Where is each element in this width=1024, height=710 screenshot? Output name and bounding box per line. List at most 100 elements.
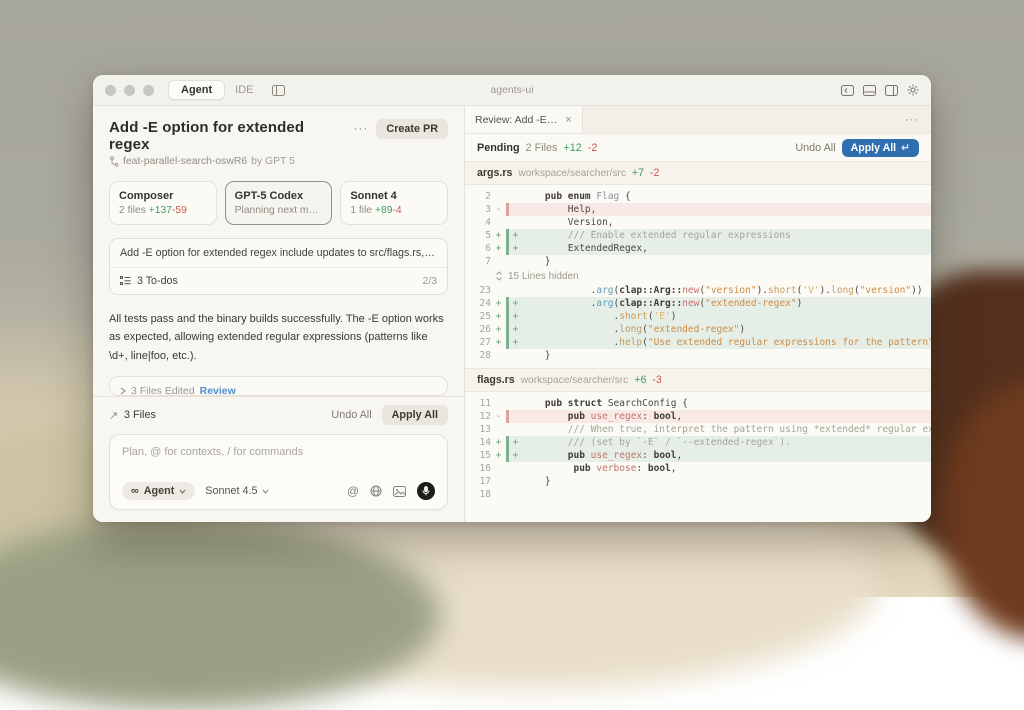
diff-row-del: 3- Help, (465, 203, 931, 216)
agent-card-title: Sonnet 4 (350, 190, 438, 202)
inner-sign: + (509, 323, 522, 336)
diff-file-header[interactable]: flags.rsworkspace/searcher/src+6-3 (465, 368, 931, 392)
mention-at-icon[interactable]: @ (347, 484, 359, 498)
chat-composer[interactable]: Plan, @ for contexts, / for commands ∞ A… (109, 434, 448, 510)
diff-row-add: 24++ .arg(clap::Arg::new("extended-regex… (465, 297, 931, 310)
line-number: 4 (465, 216, 491, 229)
diff-row-ctx: 13 /// When true, interpret the pattern … (465, 423, 931, 436)
hidden-lines-toggle[interactable]: 15 Lines hidden (465, 268, 931, 284)
line-content: pub use_regex: bool, (506, 410, 931, 423)
inner-sign (509, 410, 522, 423)
panel-left-icon[interactable] (841, 85, 854, 96)
line-sign: - (491, 410, 506, 423)
line-content: + .arg(clap::Arg::new("extended-regex") (506, 297, 931, 310)
review-undo-all-button[interactable]: Undo All (795, 142, 835, 154)
todos-label[interactable]: 3 To-dos (137, 275, 178, 287)
undo-all-button[interactable]: Undo All (331, 409, 371, 421)
diff-row-add: 26++ .long("extended-regex") (465, 323, 931, 336)
line-number: 23 (465, 284, 491, 297)
diff-row-add: 25++ .short('E') (465, 310, 931, 323)
microphone-button[interactable] (417, 482, 435, 500)
inner-sign (509, 397, 522, 410)
tab-agent[interactable]: Agent (168, 80, 225, 100)
create-pr-button[interactable]: Create PR (376, 119, 448, 139)
line-number: 24 (465, 297, 491, 310)
tabbar-more-button[interactable]: ··· (893, 106, 931, 133)
agent-card-composer[interactable]: Composer2 files +137-59 (109, 181, 217, 225)
close-window-button[interactable] (105, 85, 116, 96)
line-sign (491, 423, 506, 436)
inner-sign: + (509, 436, 522, 449)
code-text: .long("extended-regex") (522, 323, 745, 336)
chevron-right-icon[interactable] (120, 387, 126, 395)
mode-selector[interactable]: ∞ Agent (122, 482, 195, 500)
line-number: 3 (465, 203, 491, 216)
task-menu-button[interactable]: ··· (345, 119, 376, 137)
inner-sign: + (509, 229, 522, 242)
diff-scroll[interactable]: args.rsworkspace/searcher/src+7-22 pub e… (465, 162, 931, 522)
line-number: 25 (465, 310, 491, 323)
review-apply-all-button[interactable]: Apply All ↵ (842, 139, 919, 157)
settings-gear-icon[interactable] (907, 84, 919, 96)
line-number: 26 (465, 323, 491, 336)
line-sign (491, 475, 506, 488)
apply-all-button[interactable]: Apply All (382, 405, 448, 425)
pending-files-count: 2 Files (526, 142, 558, 154)
line-number: 13 (465, 423, 491, 436)
line-sign: + (491, 323, 506, 336)
composer-placeholder[interactable]: Plan, @ for contexts, / for commands (122, 446, 435, 458)
agent-card-sonnet-4[interactable]: Sonnet 4 1 file +89-4 (340, 181, 448, 225)
agent-card-files: 2 files (119, 205, 149, 216)
line-number: 7 (465, 255, 491, 268)
zoom-window-button[interactable] (143, 85, 154, 96)
diff-row-add: 14++ /// (set by `-E` / `--extended-rege… (465, 436, 931, 449)
hidden-lines-label: 15 Lines hidden (508, 271, 579, 282)
tab-ide[interactable]: IDE (225, 81, 263, 99)
chevron-down-icon (262, 489, 269, 494)
agent-card-status: Planning next m… (235, 205, 319, 216)
review-tab[interactable]: Review: Add -E… × (465, 106, 583, 133)
diff-row-ctx: 16 pub verbose: bool, (465, 462, 931, 475)
line-number: 27 (465, 336, 491, 349)
line-content: Version, (506, 216, 931, 229)
files-edited-label[interactable]: 3 Files Edited (131, 385, 195, 396)
diff-row-add: 5++ /// Enable extended regular expressi… (465, 229, 931, 242)
review-tabbar: Review: Add -E… × ··· (465, 106, 931, 134)
diff-file-name: flags.rs (477, 369, 515, 391)
infinity-icon: ∞ (131, 485, 139, 497)
agent-card-gpt-5-codex[interactable]: GPT-5 CodexPlanning next m… (225, 181, 333, 225)
image-icon[interactable] (393, 486, 406, 497)
line-content: + .help("Use extended regular expression… (506, 336, 931, 349)
globe-icon[interactable] (370, 485, 382, 497)
agent-card-detail: 1 file +89-4 (350, 205, 438, 216)
files-expand[interactable]: ↗ 3 Files (109, 409, 156, 422)
app-window: agents-ui Agent IDE Add -E option for ex… (93, 75, 931, 522)
panel-bottom-icon[interactable] (863, 85, 876, 96)
diff-file-body: 11 pub struct SearchConfig {12- pub use_… (465, 392, 931, 507)
model-selector[interactable]: Sonnet 4.5 (205, 485, 268, 497)
inner-sign: + (509, 242, 522, 255)
line-sign: + (491, 310, 506, 323)
return-key-icon: ↵ (901, 142, 910, 154)
task-box[interactable]: Add -E option for extended regex include… (109, 238, 448, 295)
todos-progress: 2/3 (423, 276, 437, 287)
agent-summary: All tests pass and the binary builds suc… (109, 310, 448, 365)
diff-file-deletions: -2 (650, 162, 659, 184)
close-tab-icon[interactable]: × (565, 114, 571, 126)
minimize-window-button[interactable] (124, 85, 135, 96)
inner-sign: + (509, 449, 522, 462)
code-text: Version, (522, 216, 614, 229)
line-number: 5 (465, 229, 491, 242)
diff-row-ctx: 23 .arg(clap::Arg::new("version").short(… (465, 284, 931, 297)
diff-file-header[interactable]: args.rsworkspace/searcher/src+7-2 (465, 162, 931, 185)
review-link[interactable]: Review (200, 385, 236, 396)
diff-file-path: workspace/searcher/src (521, 370, 629, 392)
diff-file-name: args.rs (477, 162, 512, 184)
panel-right-icon[interactable] (885, 85, 898, 96)
line-sign (491, 284, 506, 297)
layout-columns-icon[interactable] (272, 85, 285, 96)
apply-all-label: Apply All (851, 142, 897, 154)
traffic-lights[interactable] (105, 85, 154, 96)
code-text: Help, (522, 203, 596, 216)
inner-sign: + (509, 310, 522, 323)
